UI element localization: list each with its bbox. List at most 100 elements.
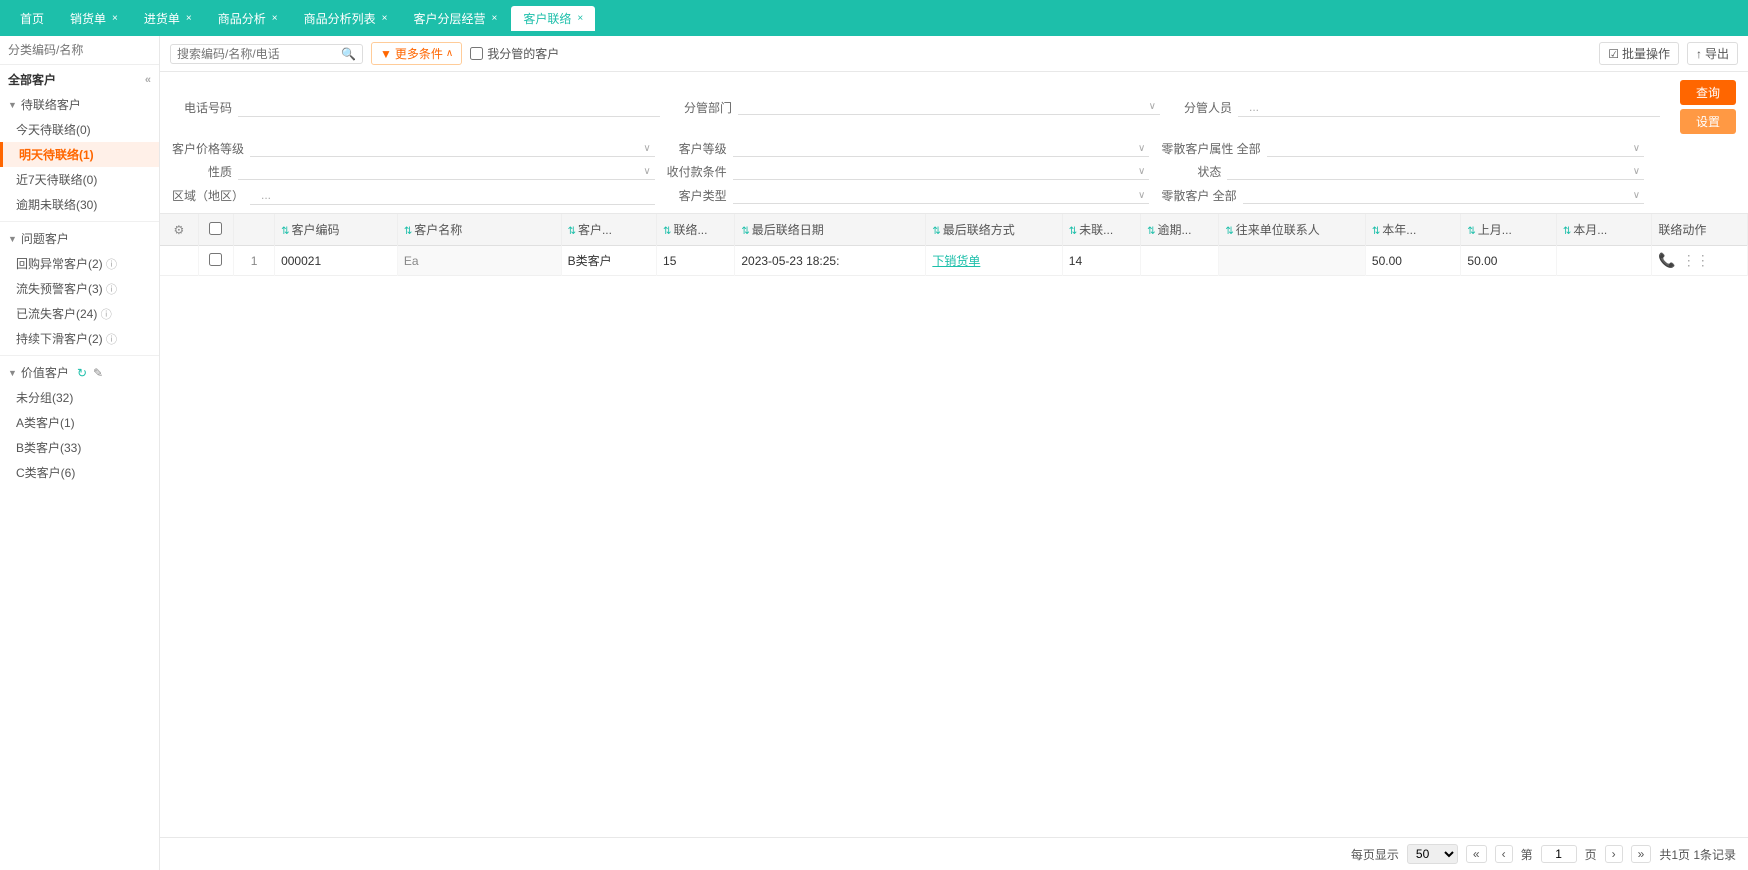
nav-purchase[interactable]: 进货单 × [132,6,204,31]
row-checkbox-0[interactable] [198,246,233,276]
filter-payment-chevron: ∨ [1138,166,1145,177]
row-action-more-0[interactable]: ⋮⋮ [1682,252,1710,269]
sidebar-group-value-customers[interactable]: ▼ 价值客户 ↻ ✎ [0,360,159,385]
filter-icon: ▼ [380,47,392,61]
nav-customer-segment-close[interactable]: × [491,13,497,24]
col-last-month[interactable]: ⇅上月... [1461,214,1556,246]
col-no-contact[interactable]: ⇅未联... [1062,214,1140,246]
col-last-month-sort: ⇅ [1467,226,1475,237]
select-all-checkbox[interactable] [209,222,222,235]
adv-filter-row-3: 性质 ∨ 收付款条件 ∨ 状态 [172,163,1736,180]
sidebar-item-class-a[interactable]: A类客户(1) [0,410,159,435]
query-btn[interactable]: 查询 [1680,80,1736,105]
row-last-method-link-0[interactable]: 下销货单 [932,254,980,268]
sidebar-item-repurchase-abnormal[interactable]: 回购异常客户(2) ⓘ [0,251,159,276]
filter-person-dots: ... [1249,100,1259,114]
sidebar-group-problem-customers[interactable]: ▼ 问题客户 [0,226,159,251]
sidebar-search-input[interactable] [8,43,160,57]
filter-cust-level-select[interactable]: ∨ [733,141,1150,157]
filter-region-select[interactable]: ... [250,186,655,205]
col-contact[interactable]: ⇅联络... [657,214,735,246]
filter-payment: 收付款条件 ∨ [667,163,1150,180]
next-page-btn[interactable]: › [1605,845,1623,863]
sidebar-group-pending-contact[interactable]: ▼ 待联络客户 [0,92,159,117]
settings-btn[interactable]: 设置 [1680,109,1736,134]
col-cust-type[interactable]: ⇅客户... [561,214,656,246]
my-customer-checkbox[interactable] [470,47,483,60]
col-this-month[interactable]: ⇅本月... [1556,214,1651,246]
col-code[interactable]: ⇅客户编码 [275,214,398,246]
filter-more-chevron: ∧ [446,48,453,59]
first-page-btn[interactable]: « [1466,845,1487,863]
sidebar-item-class-b[interactable]: B类客户(33) [0,435,159,460]
sidebar-item-continuous-decline[interactable]: 持续下滑客户(2) ⓘ [0,326,159,351]
filter-person-select[interactable]: ... [1238,98,1660,117]
filter-nature-select[interactable]: ∨ [238,164,655,180]
filter-cust-level-label: 客户等级 [667,140,727,157]
filter-search-input[interactable] [177,47,337,61]
nav-home[interactable]: 首页 [8,6,56,31]
page-number-input[interactable] [1541,845,1577,863]
nav-customer-contact-close[interactable]: × [577,13,583,24]
filter-retail-attr-select[interactable]: ∨ [1267,141,1644,157]
row-last-date-0: 2023-05-23 18:25: [735,246,926,276]
filter-price-level-select[interactable]: ∨ [250,141,655,157]
nav-purchase-close[interactable]: × [186,13,192,24]
nav-customer-segment[interactable]: 客户分层经营 × [401,6,509,31]
filter-retail-select[interactable]: ∨ [1243,188,1644,204]
filter-dept-select[interactable]: ∨ [738,99,1160,115]
filter-retail: 零散客户 全部 ∨ [1161,187,1644,204]
col-last-contact-date[interactable]: ⇅最后联络日期 [735,214,926,246]
col-name[interactable]: ⇅客户名称 [397,214,561,246]
sidebar-item-ungrouped[interactable]: 未分组(32) [0,385,159,410]
nav-product-analysis[interactable]: 商品分析 × [206,6,290,31]
row-unit-contact-0 [1219,246,1366,276]
filter-phone-input[interactable] [238,98,660,117]
sidebar-item-near7-contact[interactable]: 近7天待联络(0) [0,167,159,192]
sidebar-item-today-contact[interactable]: 今天待联络(0) [0,117,159,142]
row-checkbox-input-0[interactable] [209,253,222,266]
filter-search-icon[interactable]: 🔍 [341,47,356,61]
nav-product-analysis-list-close[interactable]: × [382,13,388,24]
sidebar-item-tomorrow-contact[interactable]: 明天待联络(1) [0,142,159,167]
sidebar-item-lost-risk[interactable]: 流失预警客户(3) ⓘ [0,276,159,301]
export-btn[interactable]: ↑ 导出 [1687,42,1738,65]
my-customer-check[interactable]: 我分管的客户 [470,45,559,62]
filter-more-btn[interactable]: ▼ 更多条件 ∧ [371,42,462,65]
per-page-select[interactable]: 50 10 20 100 [1407,844,1458,864]
all-customers-header: 全部客户 « [0,65,159,92]
filter-phone-label: 电话号码 [172,99,232,116]
filter-status-select[interactable]: ∨ [1227,164,1644,180]
filter-actions: 查询 设置 [1680,80,1736,134]
filter-cust-level-chevron: ∨ [1138,143,1145,154]
nav-product-analysis-close[interactable]: × [272,13,278,24]
value-customers-refresh[interactable]: ↻ [77,366,87,380]
table-header-row: ⚙ ⇅客户编码 ⇅客户名称 ⇅客户... [160,214,1748,246]
col-unit-contact[interactable]: ⇅往来单位联系人 [1219,214,1366,246]
filter-dept: 分管部门 ∨ [672,99,1160,116]
nav-customer-contact[interactable]: 客户联络 × [511,6,595,31]
row-action-phone-0[interactable]: 📞 [1658,252,1675,269]
sidebar-item-class-c[interactable]: C类客户(6) [0,460,159,485]
filter-payment-select[interactable]: ∨ [733,164,1150,180]
value-customers-settings[interactable]: ✎ [93,366,103,380]
nav-product-analysis-list[interactable]: 商品分析列表 × [292,6,400,31]
nav-sales-close[interactable]: × [112,13,118,24]
filter-cust-type-select[interactable]: ∨ [733,188,1150,204]
sidebar-item-already-lost[interactable]: 已流失客户(24) ⓘ [0,301,159,326]
sidebar-collapse-btn[interactable]: « [145,74,151,86]
all-customers-label[interactable]: 全部客户 [8,71,56,88]
sidebar-item-overdue-contact[interactable]: 逾期未联络(30) [0,192,159,217]
sidebar-divider-1 [0,221,159,222]
sidebar-divider-2 [0,355,159,356]
nav-sales[interactable]: 销货单 × [58,6,130,31]
batch-ops-btn[interactable]: ☑ 批量操作 [1599,42,1679,65]
prev-page-btn[interactable]: ‹ [1495,845,1513,863]
last-page-btn[interactable]: » [1631,845,1652,863]
col-this-year[interactable]: ⇅本年... [1365,214,1460,246]
filter-cust-level: 客户等级 ∨ [667,140,1150,157]
row-cust-type-0: B类客户 [561,246,656,276]
col-overdue[interactable]: ⇅逾期... [1141,214,1219,246]
filter-cust-type-label: 客户类型 [667,187,727,204]
col-last-contact-method[interactable]: ⇅最后联络方式 [926,214,1062,246]
